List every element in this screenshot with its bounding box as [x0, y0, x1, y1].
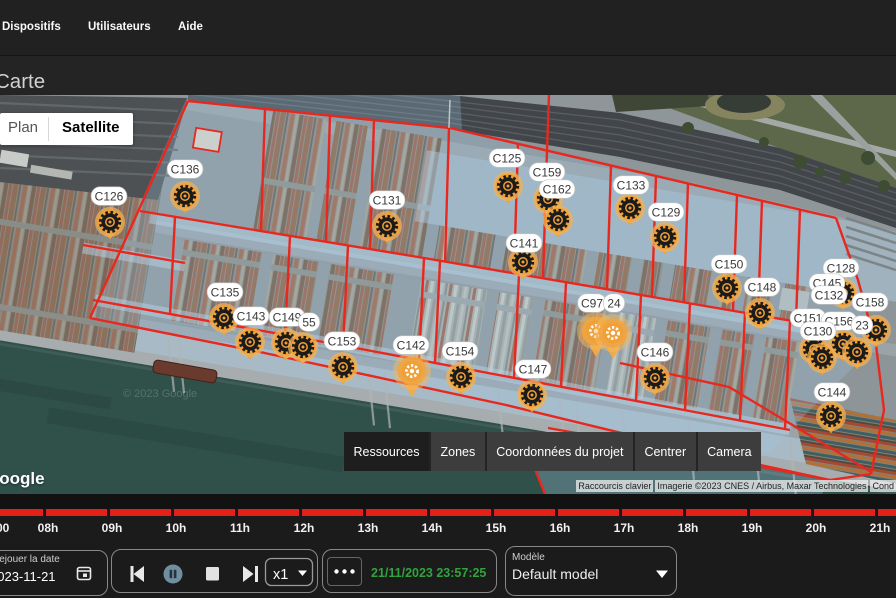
svg-text:C141: C141: [510, 236, 539, 250]
svg-text:C131: C131: [373, 193, 402, 207]
svg-text:C97: C97: [581, 296, 603, 310]
svg-text:55: 55: [302, 315, 316, 329]
svg-text:C126: C126: [95, 189, 124, 203]
svg-text:C136: C136: [171, 162, 200, 176]
svg-text:C159: C159: [533, 165, 562, 179]
svg-text:C153: C153: [328, 334, 357, 348]
svg-text:C147: C147: [519, 362, 548, 376]
svg-text:C162: C162: [543, 182, 572, 196]
svg-text:C150: C150: [715, 257, 744, 271]
svg-text:x1: x1: [273, 567, 288, 583]
svg-text:C130: C130: [804, 324, 833, 338]
svg-text:C128: C128: [827, 261, 856, 275]
svg-text:C158: C158: [856, 295, 885, 309]
svg-text:C129: C129: [652, 205, 681, 219]
svg-text:C143: C143: [237, 309, 266, 323]
svg-text:C154: C154: [446, 344, 475, 358]
svg-text:24: 24: [607, 296, 621, 310]
svg-text:© 2023 Google: © 2023 Google: [123, 388, 197, 400]
svg-text:23: 23: [855, 318, 869, 332]
svg-text:C149: C149: [273, 310, 302, 324]
svg-text:C133: C133: [617, 178, 646, 192]
svg-text:C135: C135: [211, 285, 240, 299]
svg-text:C132: C132: [815, 288, 844, 302]
svg-text:C144: C144: [818, 385, 847, 399]
svg-text:C125: C125: [493, 151, 522, 165]
svg-text:C148: C148: [748, 280, 777, 294]
svg-text:C146: C146: [641, 345, 670, 359]
svg-text:C142: C142: [397, 338, 426, 352]
